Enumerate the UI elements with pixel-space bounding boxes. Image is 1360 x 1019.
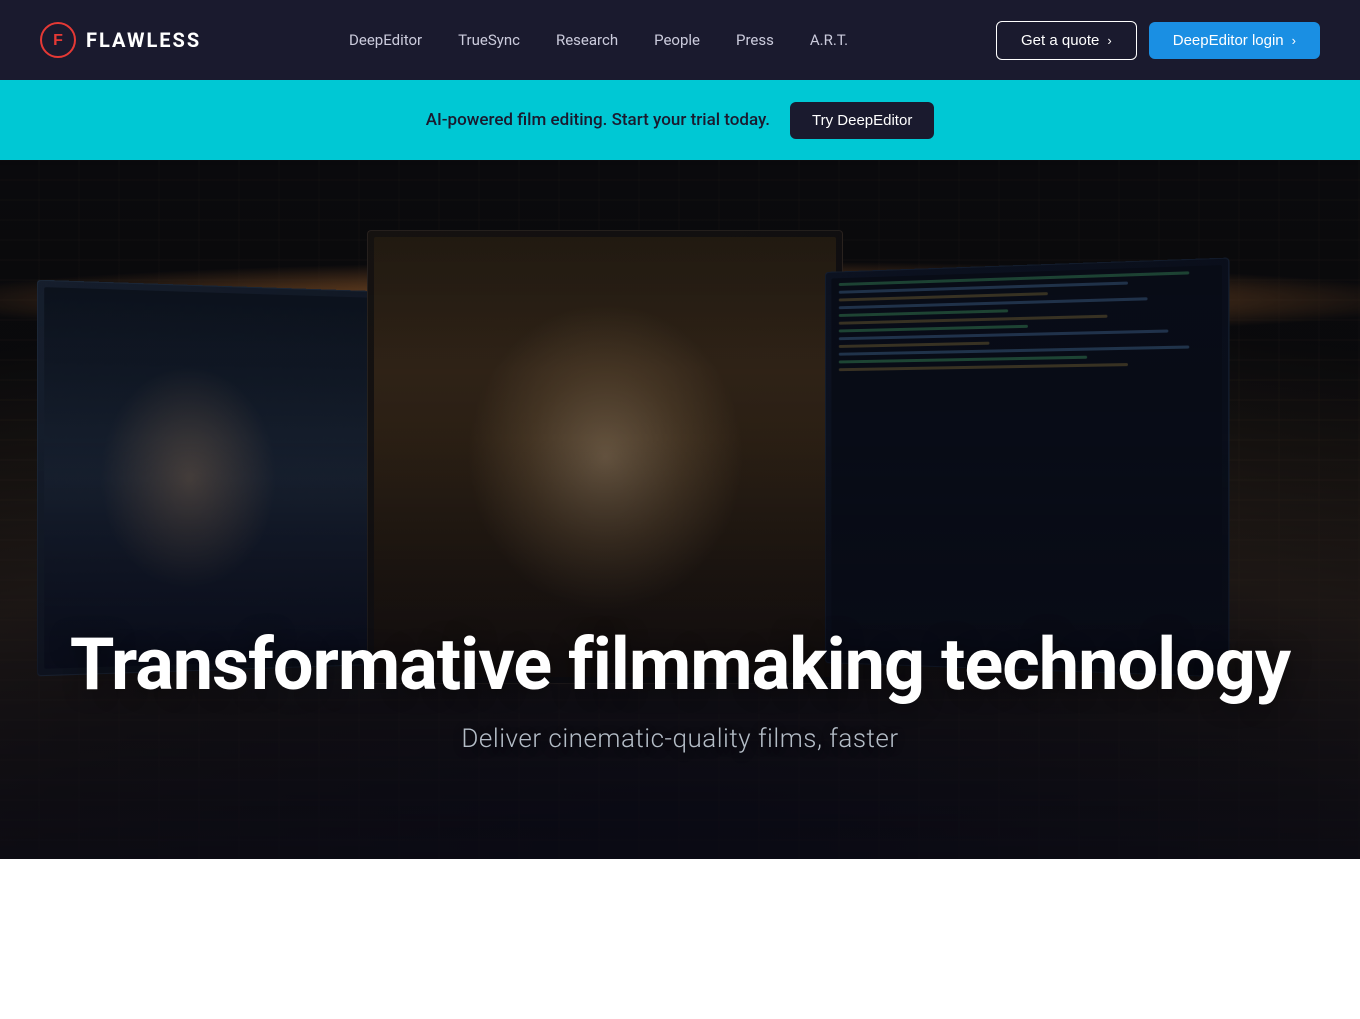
logo-icon: F bbox=[40, 22, 76, 58]
nav-link-press[interactable]: Press bbox=[736, 31, 774, 49]
get-quote-button[interactable]: Get a quote › bbox=[996, 21, 1137, 60]
chevron-right-icon-2: › bbox=[1292, 33, 1296, 48]
brand-name: FLAWLESS bbox=[86, 28, 201, 52]
nav-link-deep-editor[interactable]: DeepEditor bbox=[349, 31, 422, 49]
hero-content: Transformative filmmaking technology Del… bbox=[68, 625, 1292, 754]
navbar: F FLAWLESS DeepEditor TrueSync Research … bbox=[0, 0, 1360, 80]
logo[interactable]: F FLAWLESS bbox=[40, 22, 201, 58]
nav-link-research[interactable]: Research bbox=[556, 31, 618, 49]
nav-link-art[interactable]: A.R.T. bbox=[810, 31, 848, 49]
nav-link-people[interactable]: People bbox=[654, 31, 700, 49]
nav-links: DeepEditor TrueSync Research People Pres… bbox=[349, 31, 848, 49]
nav-link-true-sync[interactable]: TrueSync bbox=[458, 31, 520, 49]
svg-text:F: F bbox=[53, 32, 63, 49]
login-label: DeepEditor login bbox=[1173, 32, 1284, 49]
hero-subtitle: Deliver cinematic-quality films, faster bbox=[68, 724, 1292, 754]
announcement-bar: AI-powered film editing. Start your tria… bbox=[0, 80, 1360, 160]
hero-section: Transformative filmmaking technology Del… bbox=[0, 160, 1360, 859]
try-deep-editor-button[interactable]: Try DeepEditor bbox=[790, 102, 934, 139]
deep-editor-login-button[interactable]: DeepEditor login › bbox=[1149, 22, 1320, 59]
chevron-right-icon: › bbox=[1107, 33, 1111, 48]
announcement-text: AI-powered film editing. Start your tria… bbox=[426, 110, 770, 130]
navbar-actions: Get a quote › DeepEditor login › bbox=[996, 21, 1320, 60]
hero-title: Transformative filmmaking technology bbox=[68, 625, 1292, 704]
get-quote-label: Get a quote bbox=[1021, 32, 1099, 49]
